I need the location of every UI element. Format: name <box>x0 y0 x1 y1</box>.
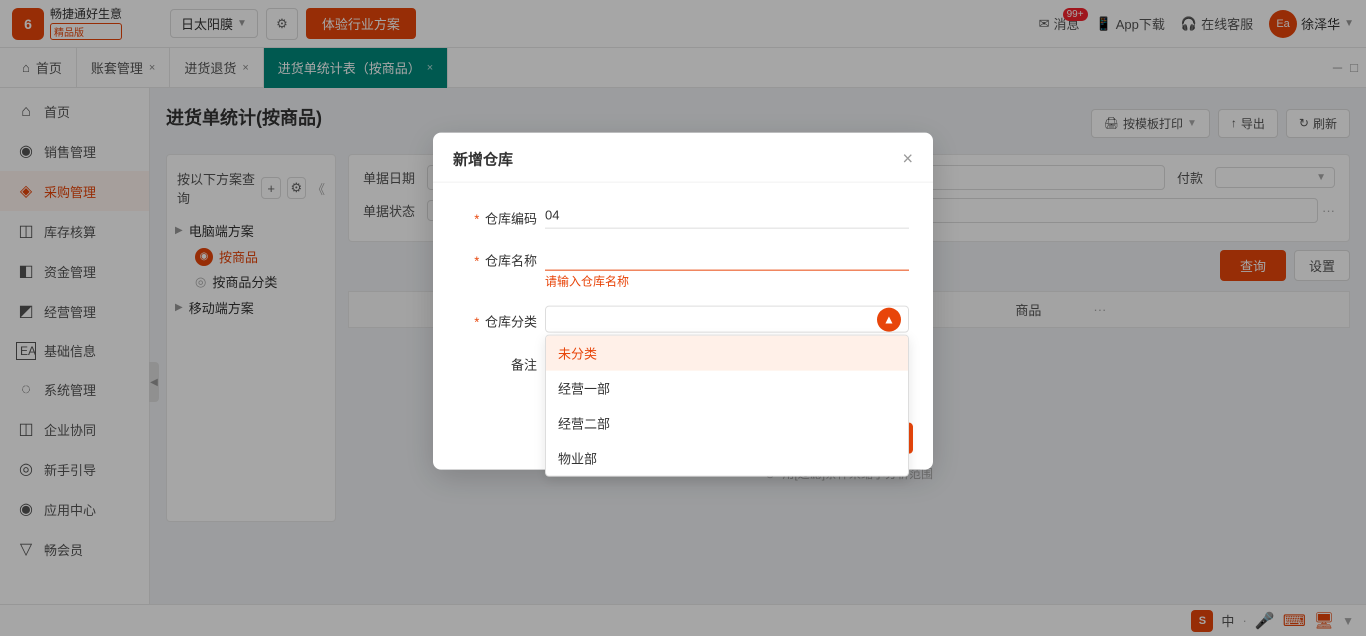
dropdown-item-1[interactable]: 经营一部 <box>546 371 908 406</box>
code-field-label: * 仓库编码 <box>457 203 537 228</box>
warehouse-name-input[interactable] <box>545 245 909 271</box>
dropdown-item-0[interactable]: 未分类 <box>546 336 908 371</box>
category-input[interactable] <box>545 306 909 333</box>
add-warehouse-dialog: 新增仓库 × * 仓库编码 * 仓库名称 请输入仓库名称 <box>433 133 933 470</box>
category-field-label: * 仓库分类 <box>457 306 537 331</box>
dialog-title: 新增仓库 <box>453 149 513 170</box>
code-field-row: * 仓库编码 <box>457 203 909 229</box>
warehouse-code-input[interactable] <box>545 203 909 229</box>
name-field-row: * 仓库名称 请输入仓库名称 <box>457 245 909 290</box>
dialog-close-button[interactable]: × <box>902 149 913 170</box>
name-field-label: * 仓库名称 <box>457 245 537 270</box>
dialog-header: 新增仓库 × <box>433 133 933 183</box>
name-error-text: 请输入仓库名称 <box>545 273 909 290</box>
name-field-col: 请输入仓库名称 <box>545 245 909 290</box>
dropdown-item-2[interactable]: 经营二部 <box>546 406 908 441</box>
code-field-col <box>545 203 909 229</box>
category-dropdown: 未分类 经营一部 经营二部 物业部 <box>545 335 909 477</box>
notes-field-label: 备注 <box>457 349 537 374</box>
category-field-row: * 仓库分类 ▲ 未分类 经营一部 经营二部 <box>457 306 909 333</box>
category-field-wrap: ▲ 未分类 经营一部 经营二部 物业部 <box>545 306 909 333</box>
category-chevron-up-icon[interactable]: ▲ <box>877 307 901 331</box>
dropdown-item-3[interactable]: 物业部 <box>546 441 908 476</box>
dialog-body: * 仓库编码 * 仓库名称 请输入仓库名称 * 仓库分类 <box>433 183 933 411</box>
